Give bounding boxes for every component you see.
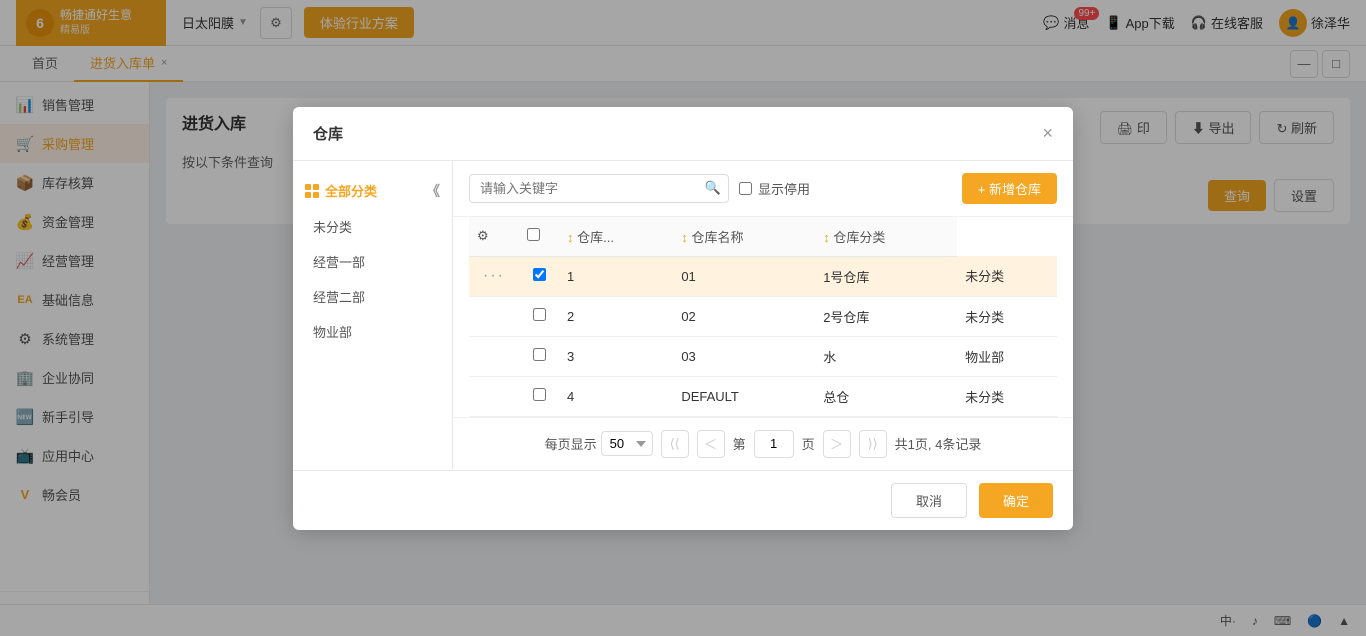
row-4-actions: [469, 376, 519, 416]
modal-sidebar-item-uncategorized[interactable]: 未分类: [293, 209, 452, 244]
modal-title: 仓库: [313, 123, 343, 144]
page-number-input[interactable]: [754, 430, 794, 458]
grid-icon: [305, 184, 319, 198]
sort-name-icon: ↕: [681, 230, 688, 245]
col-category-label: 仓库分类: [833, 230, 885, 245]
col-header-name: ↕ 仓库名称: [673, 217, 815, 257]
row-2-check: [519, 296, 559, 336]
modal-toolbar: 🔍 显示停用 + 新增仓库: [453, 161, 1073, 217]
cancel-button[interactable]: 取消: [891, 483, 967, 518]
table-row[interactable]: ··· 1 01: [469, 256, 1057, 296]
row-3-category: 物业部: [957, 336, 1057, 376]
row-4-index: 4: [559, 376, 673, 416]
table-row[interactable]: 4 DEFAULT 总仓 未分类: [469, 376, 1057, 416]
modal-sidebar-item-dept1[interactable]: 经营一部: [293, 244, 452, 279]
total-info: 共1页, 4条记录: [895, 434, 982, 453]
modal-sidebar: 全部分类 《 未分类 经营一部 经营二部 物业部: [293, 161, 453, 470]
table-row[interactable]: 2 02 2号仓库 未分类: [469, 296, 1057, 336]
sort-icon: ↕: [567, 230, 574, 245]
row-1-actions: ···: [469, 256, 519, 296]
row-1-index-val: 1: [567, 269, 574, 284]
first-page-button[interactable]: ⟨⟨: [661, 430, 689, 458]
modal-sidebar-item-property[interactable]: 物业部: [293, 314, 452, 349]
table-header: ⚙ ↕ 仓库... ↕: [469, 217, 1057, 257]
row-3-checkbox[interactable]: [533, 348, 546, 361]
row-2-category: 未分类: [957, 296, 1057, 336]
per-page-dropdown[interactable]: 10 20 50 100: [601, 431, 653, 456]
col-code-label: 仓库...: [577, 230, 614, 245]
row-3-actions: [469, 336, 519, 376]
modal-sidebar-item-dept2[interactable]: 经营二部: [293, 279, 452, 314]
row-2-code: 02: [673, 296, 815, 336]
prev-page-button[interactable]: ＜: [697, 430, 725, 458]
gear-col-icon: ⚙: [477, 228, 489, 243]
modal-close-button[interactable]: ×: [1042, 124, 1053, 142]
show-disabled-checkbox[interactable]: [739, 182, 752, 195]
row-1-check: [519, 256, 559, 296]
modal-body: 全部分类 《 未分类 经营一部 经营二部 物业部 🔍: [293, 161, 1073, 470]
warehouse-modal: 仓库 × 全部分类 《 未分类 经营一部 经营二部 物业部: [293, 107, 1073, 530]
row-1-category: 未分类: [957, 256, 1057, 296]
row-4-check: [519, 376, 559, 416]
last-page-button[interactable]: ⟩⟩: [859, 430, 887, 458]
modal-sidebar-header-label: 全部分类: [325, 181, 377, 200]
row-1-name: 1号仓库: [815, 256, 957, 296]
row-1-name-val: 1号仓库: [823, 270, 869, 285]
modal-footer: 取消 确定: [293, 470, 1073, 530]
row-1-code: 01: [673, 256, 815, 296]
row-3-check: [519, 336, 559, 376]
row-1-code-val: 01: [681, 269, 695, 284]
col-header-code: ↕ 仓库...: [559, 217, 673, 257]
row-3-code: 03: [673, 336, 815, 376]
modal-sidebar-header[interactable]: 全部分类 《: [293, 173, 452, 209]
modal-main: 🔍 显示停用 + 新增仓库 ⚙: [453, 161, 1073, 470]
row-1-more-icon[interactable]: ···: [483, 267, 505, 284]
per-page-select: 每页显示 10 20 50 100: [545, 431, 653, 456]
show-disabled-text: 显示停用: [758, 179, 810, 198]
row-1-checkbox[interactable]: [533, 268, 546, 281]
row-3-index: 3: [559, 336, 673, 376]
row-4-checkbox[interactable]: [533, 388, 546, 401]
warehouse-table: ⚙ ↕ 仓库... ↕: [469, 217, 1057, 417]
col-header-category: ↕ 仓库分类: [815, 217, 957, 257]
search-input-wrap: 🔍: [469, 174, 729, 203]
modal-overlay: 仓库 × 全部分类 《 未分类 经营一部 经营二部 物业部: [0, 0, 1366, 636]
confirm-button[interactable]: 确定: [979, 483, 1053, 518]
col-header-gear: ⚙: [469, 217, 519, 257]
show-disabled-label[interactable]: 显示停用: [739, 179, 810, 198]
sort-cat-icon: ↕: [823, 230, 830, 245]
page-suffix: 页: [802, 434, 815, 453]
col-name-label: 仓库名称: [691, 230, 743, 245]
row-3-name: 水: [815, 336, 957, 376]
add-warehouse-button[interactable]: + 新增仓库: [962, 173, 1057, 204]
row-1-category-val: 未分类: [965, 269, 1004, 284]
row-2-index: 2: [559, 296, 673, 336]
select-all-checkbox[interactable]: [527, 228, 540, 241]
row-2-name: 2号仓库: [815, 296, 957, 336]
row-2-checkbox[interactable]: [533, 308, 546, 321]
next-page-button[interactable]: ＞: [823, 430, 851, 458]
table-row[interactable]: 3 03 水 物业部: [469, 336, 1057, 376]
modal-header: 仓库 ×: [293, 107, 1073, 161]
search-icon[interactable]: 🔍: [705, 180, 721, 196]
modal-table-wrap: ⚙ ↕ 仓库... ↕: [453, 217, 1073, 417]
row-4-category: 未分类: [957, 376, 1057, 416]
col-header-check: [519, 217, 559, 257]
page-label: 第: [733, 434, 746, 453]
row-2-actions: [469, 296, 519, 336]
row-4-code: DEFAULT: [673, 376, 815, 416]
row-1-index: 1: [559, 256, 673, 296]
search-input[interactable]: [469, 174, 729, 203]
row-4-name: 总仓: [815, 376, 957, 416]
table-body: ··· 1 01: [469, 256, 1057, 416]
per-page-label: 每页显示: [545, 434, 597, 453]
modal-sidebar-collapse-icon[interactable]: 《: [426, 181, 440, 201]
modal-pagination: 每页显示 10 20 50 100 ⟨⟨ ＜ 第 页 ＞ ⟩⟩: [453, 417, 1073, 470]
